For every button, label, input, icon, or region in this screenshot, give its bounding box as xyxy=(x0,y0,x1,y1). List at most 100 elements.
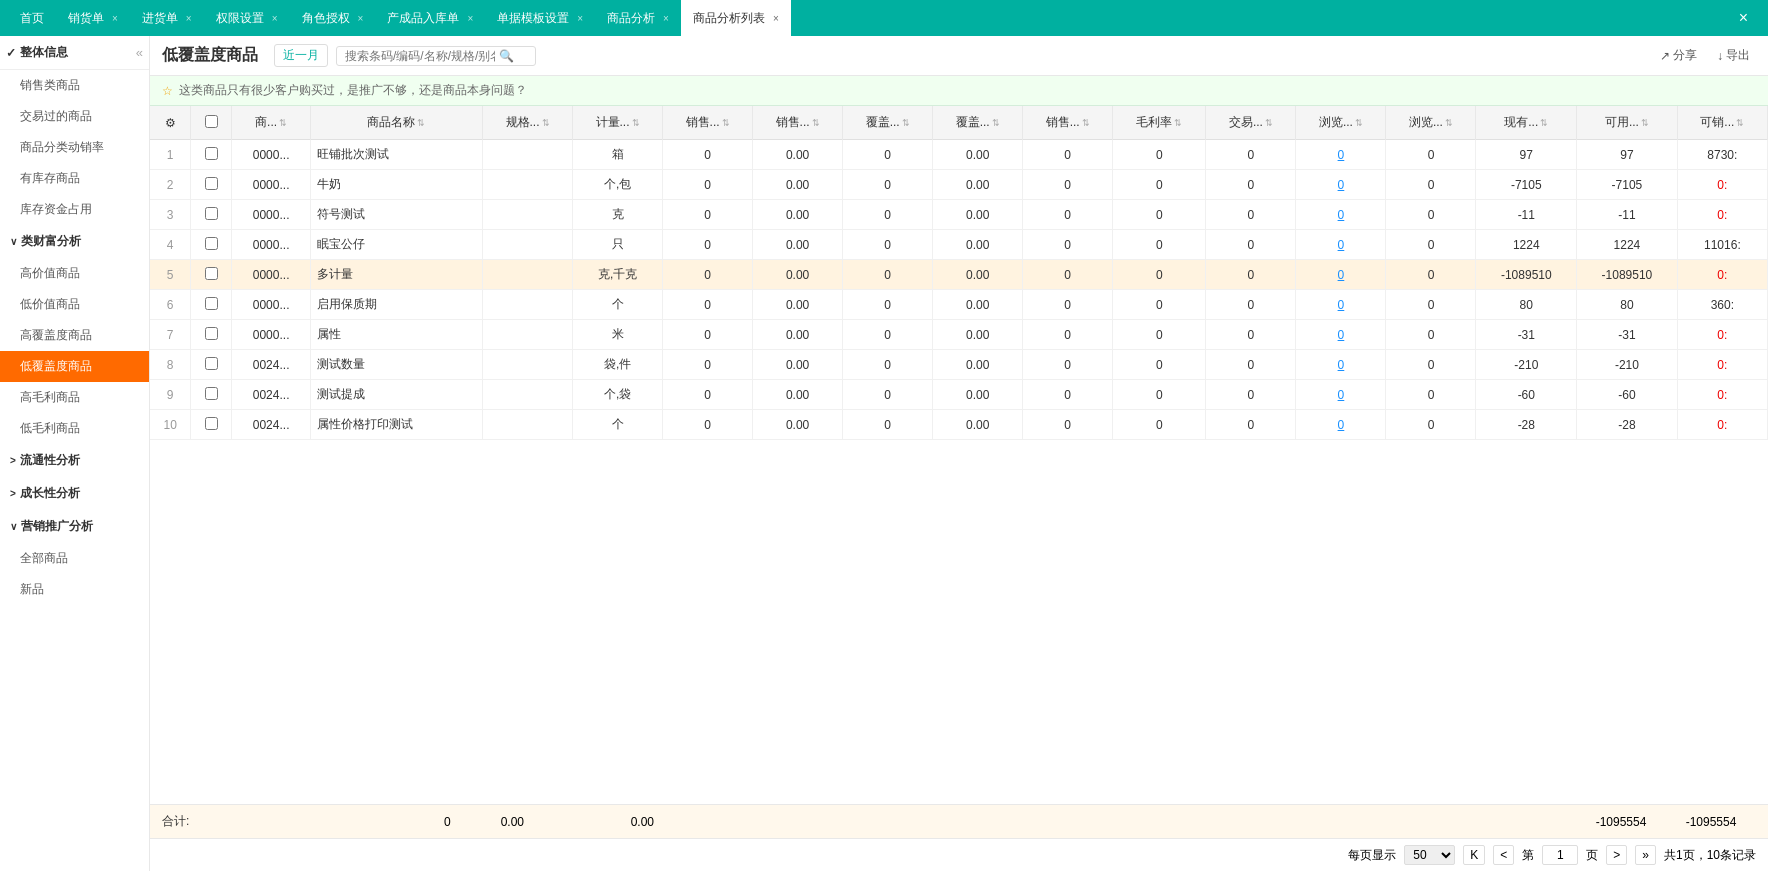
close-icon[interactable]: × xyxy=(773,13,779,24)
sidebar-item-high-value[interactable]: 高价值商品 xyxy=(0,258,149,289)
row-cover2: 0.00 xyxy=(933,350,1023,380)
share-icon: ↗ xyxy=(1660,49,1670,63)
sidebar-section-liquidity[interactable]: > 流通性分析 xyxy=(0,444,149,477)
nav-template[interactable]: 单据模板设置 × xyxy=(485,0,595,36)
close-icon[interactable]: × xyxy=(112,13,118,24)
nav-goods-analysis-list[interactable]: 商品分析列表 × xyxy=(681,0,791,36)
row-cover1: 0 xyxy=(843,140,933,170)
col-name[interactable]: 商品名称⇅ xyxy=(310,106,482,140)
close-icon[interactable]: × xyxy=(467,13,473,24)
row-checkbox[interactable] xyxy=(191,410,232,440)
select-all-checkbox[interactable] xyxy=(205,115,218,128)
row-checkbox[interactable] xyxy=(191,200,232,230)
page-number-input[interactable] xyxy=(1542,845,1578,865)
row-checkbox[interactable] xyxy=(191,170,232,200)
sidebar-item-all-goods[interactable]: 全部商品 xyxy=(0,543,149,574)
row-sales-amt: 0.00 xyxy=(753,260,843,290)
close-icon[interactable]: × xyxy=(186,13,192,24)
col-spec[interactable]: 规格...⇅ xyxy=(483,106,573,140)
col-cover1[interactable]: 覆盖...⇅ xyxy=(843,106,933,140)
sidebar-item-traded-goods[interactable]: 交易过的商品 xyxy=(0,101,149,132)
row-trade: 0 xyxy=(1206,230,1296,260)
row-checkbox[interactable] xyxy=(191,290,232,320)
row-sellable: 0: xyxy=(1677,260,1767,290)
nav-roles[interactable]: 角色授权 × xyxy=(290,0,376,36)
row-code: 0000... xyxy=(232,320,310,350)
row-cover2: 0.00 xyxy=(933,230,1023,260)
sidebar-section-growth[interactable]: > 成长性分析 xyxy=(0,477,149,510)
row-browse2: 0 xyxy=(1386,170,1476,200)
per-page-select[interactable]: 50 20 100 200 xyxy=(1404,845,1455,865)
col-sellable[interactable]: 可销...⇅ xyxy=(1677,106,1767,140)
sidebar-item-stocked-goods[interactable]: 有库存商品 xyxy=(0,163,149,194)
close-icon[interactable]: × xyxy=(358,13,364,24)
row-browse2: 0 xyxy=(1386,410,1476,440)
page-suffix-label: 页 xyxy=(1586,847,1598,864)
next-page-button[interactable]: > xyxy=(1606,845,1627,865)
collapse-sidebar-icon[interactable]: « xyxy=(136,45,143,60)
sidebar-item-high-coverage[interactable]: 高覆盖度商品 xyxy=(0,320,149,351)
row-checkbox[interactable] xyxy=(191,350,232,380)
col-sales-qty[interactable]: 销售...⇅ xyxy=(663,106,753,140)
sidebar-section-marketing[interactable]: ∨ 营销推广分析 xyxy=(0,510,149,543)
col-browse2[interactable]: 浏览...⇅ xyxy=(1386,106,1476,140)
row-sales-qty: 0 xyxy=(663,230,753,260)
first-page-button[interactable]: K xyxy=(1463,845,1485,865)
row-sellable: 8730: xyxy=(1677,140,1767,170)
sidebar-item-new-goods[interactable]: 新品 xyxy=(0,574,149,605)
col-sales-amt[interactable]: 销售...⇅ xyxy=(753,106,843,140)
col-gross-rate[interactable]: 毛利率⇅ xyxy=(1113,106,1206,140)
close-icon[interactable]: × xyxy=(663,13,669,24)
col-sales3[interactable]: 销售...⇅ xyxy=(1023,106,1113,140)
date-filter-button[interactable]: 近一月 xyxy=(274,44,328,67)
window-close-button[interactable]: × xyxy=(1727,9,1760,27)
prev-page-button[interactable]: < xyxy=(1493,845,1514,865)
sidebar-item-high-gross[interactable]: 高毛利商品 xyxy=(0,382,149,413)
share-button[interactable]: ↗ 分享 xyxy=(1654,45,1703,66)
row-checkbox[interactable] xyxy=(191,260,232,290)
col-current-stock[interactable]: 现有...⇅ xyxy=(1476,106,1577,140)
row-checkbox[interactable] xyxy=(191,140,232,170)
col-settings[interactable]: ⚙ xyxy=(150,106,191,140)
row-name: 眠宝公仔 xyxy=(310,230,482,260)
sidebar-item-low-gross[interactable]: 低毛利商品 xyxy=(0,413,149,444)
nav-instock[interactable]: 产成品入库单 × xyxy=(375,0,485,36)
col-checkbox[interactable] xyxy=(191,106,232,140)
nav-home[interactable]: 首页 xyxy=(8,0,56,36)
nav-goods-analysis[interactable]: 商品分析 × xyxy=(595,0,681,36)
table-row: 100024...属性价格打印测试个00.0000.0000000-28-280… xyxy=(150,410,1768,440)
col-browse1[interactable]: 浏览...⇅ xyxy=(1296,106,1386,140)
sidebar-item-stock-capital[interactable]: 库存资金占用 xyxy=(0,194,149,225)
nav-purchase[interactable]: 进货单 × xyxy=(130,0,204,36)
sidebar-section-overall[interactable]: ✓ 整体信息 xyxy=(6,44,136,61)
close-icon[interactable]: × xyxy=(272,13,278,24)
nav-sales[interactable]: 销货单 × xyxy=(56,0,130,36)
row-unit: 个,袋 xyxy=(573,380,663,410)
sidebar-section-value[interactable]: ∨ 类财富分析 xyxy=(0,225,149,258)
nav-permissions[interactable]: 权限设置 × xyxy=(204,0,290,36)
sidebar-item-category-rate[interactable]: 商品分类动销率 xyxy=(0,132,149,163)
row-code: 0024... xyxy=(232,350,310,380)
row-unit: 袋,件 xyxy=(573,350,663,380)
last-page-button[interactable]: » xyxy=(1635,845,1656,865)
sidebar-item-sales-goods[interactable]: 销售类商品 xyxy=(0,70,149,101)
close-icon[interactable]: × xyxy=(577,13,583,24)
row-available: 1224 xyxy=(1577,230,1678,260)
col-cover2[interactable]: 覆盖...⇅ xyxy=(933,106,1023,140)
col-unit[interactable]: 计量...⇅ xyxy=(573,106,663,140)
row-checkbox[interactable] xyxy=(191,380,232,410)
row-browse2: 0 xyxy=(1386,380,1476,410)
row-sales-amt: 0.00 xyxy=(753,380,843,410)
export-button[interactable]: ↓ 导出 xyxy=(1711,45,1756,66)
row-checkbox[interactable] xyxy=(191,230,232,260)
row-sellable: 0: xyxy=(1677,350,1767,380)
col-available[interactable]: 可用...⇅ xyxy=(1577,106,1678,140)
sidebar-item-low-coverage[interactable]: 低覆盖度商品 xyxy=(0,351,149,382)
row-checkbox[interactable] xyxy=(191,320,232,350)
sidebar-item-low-value[interactable]: 低价值商品 xyxy=(0,289,149,320)
search-input[interactable] xyxy=(345,49,495,63)
col-trade[interactable]: 交易...⇅ xyxy=(1206,106,1296,140)
row-browse1: 0 xyxy=(1296,170,1386,200)
row-unit: 克,千克 xyxy=(573,260,663,290)
col-code[interactable]: 商...⇅ xyxy=(232,106,310,140)
